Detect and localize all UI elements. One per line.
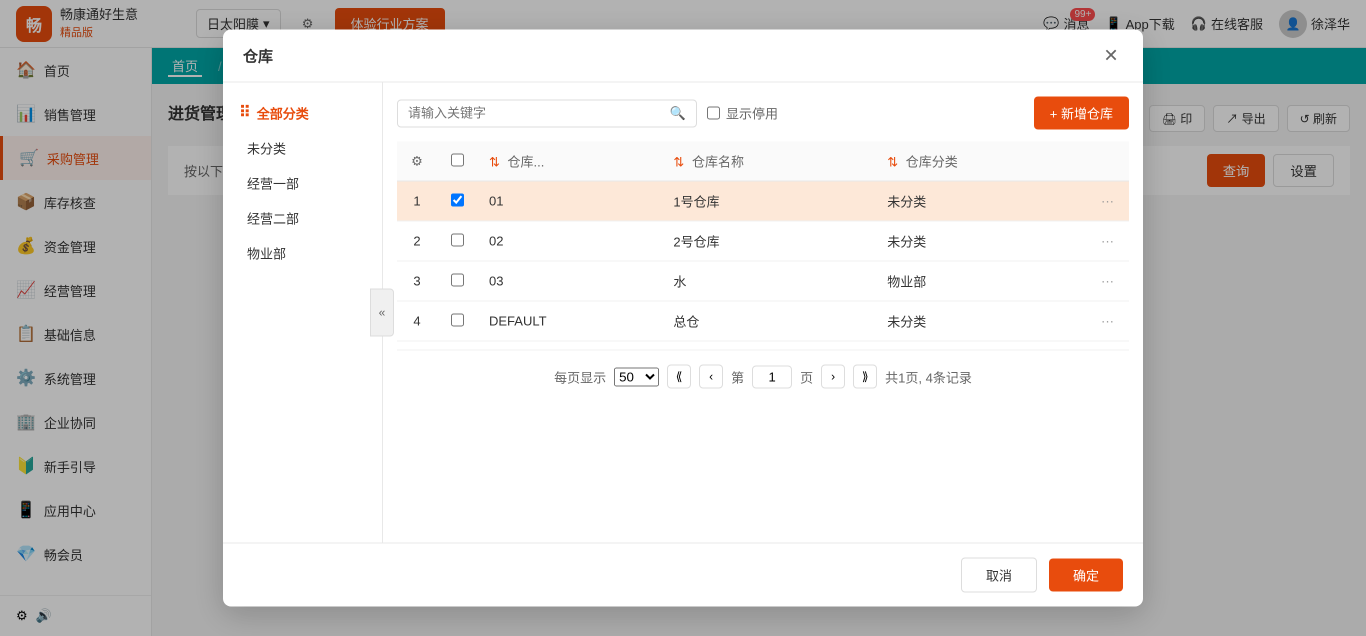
row-code-2: 03 <box>477 261 661 301</box>
row-category-1: 未分类 <box>875 221 1089 261</box>
dialog-main: 🔍 显示停用 + 新增仓库 ⚙ <box>383 83 1143 543</box>
category-item-1[interactable]: 经营一部 <box>223 166 382 201</box>
dialog-footer: 取消 确定 <box>223 543 1143 607</box>
dialog-title: 仓库 <box>243 45 273 66</box>
confirm-button[interactable]: 确定 <box>1049 559 1123 592</box>
next-page-btn[interactable]: › <box>821 365 845 389</box>
pagination: 每页显示 50 100 200 ⟪ ‹ 第 页 › ⟫ 共1页, 4条记录 <box>397 350 1129 403</box>
page-size-select[interactable]: 50 100 200 <box>614 367 659 386</box>
select-all-checkbox[interactable] <box>451 153 464 166</box>
grid-icon: ⠿ <box>239 103 251 123</box>
cancel-button[interactable]: 取消 <box>961 558 1037 593</box>
category-item-3[interactable]: 物业部 <box>223 236 382 271</box>
collapse-sidebar-button[interactable]: « <box>370 289 394 337</box>
category-sidebar: « ⠿ 全部分类 未分类 经营一部 经营二部 物业部 <box>223 83 383 543</box>
all-categories-item[interactable]: ⠿ 全部分类 <box>223 95 382 131</box>
row-code-1: 02 <box>477 221 661 261</box>
last-page-btn[interactable]: ⟫ <box>853 365 877 389</box>
category-item-0[interactable]: 未分类 <box>223 131 382 166</box>
dialog-toolbar: 🔍 显示停用 + 新增仓库 <box>397 97 1129 130</box>
row-checkbox-0[interactable] <box>437 181 477 221</box>
page-number-input[interactable] <box>752 365 792 388</box>
row-checkbox-1[interactable] <box>437 221 477 261</box>
row-more-0[interactable]: ··· <box>1089 181 1129 221</box>
table-row[interactable]: 3 03 水 物业部 ··· <box>397 261 1129 301</box>
row-category-2: 物业部 <box>875 261 1089 301</box>
row-category-0: 未分类 <box>875 181 1089 221</box>
row-checkbox-2[interactable] <box>437 261 477 301</box>
row-more-1[interactable]: ··· <box>1089 221 1129 261</box>
table-row[interactable]: 1 01 1号仓库 未分类 ··· <box>397 181 1129 221</box>
row-checkbox-3[interactable] <box>437 301 477 341</box>
row-name-3: 总仓 <box>661 301 875 341</box>
sort-icon-code: ⇅ <box>489 155 500 170</box>
row-more-3[interactable]: ··· <box>1089 301 1129 341</box>
show-disabled-checkbox[interactable] <box>707 107 720 120</box>
table-body: 1 01 1号仓库 未分类 ··· 2 02 2号仓库 未分类 ··· 3 03… <box>397 181 1129 341</box>
row-more-2[interactable]: ··· <box>1089 261 1129 301</box>
dialog-close-button[interactable]: ✕ <box>1099 44 1123 68</box>
dialog-body: « ⠿ 全部分类 未分类 经营一部 经营二部 物业部 🔍 显示停用 <box>223 83 1143 543</box>
col-actions <box>1089 142 1129 182</box>
row-name-2: 水 <box>661 261 875 301</box>
first-page-btn[interactable]: ⟪ <box>667 365 691 389</box>
sort-icon-category: ⇅ <box>887 155 898 170</box>
row-name-1: 2号仓库 <box>661 221 875 261</box>
row-num-2: 3 <box>397 261 437 301</box>
row-category-3: 未分类 <box>875 301 1089 341</box>
warehouse-dialog: 仓库 ✕ « ⠿ 全部分类 未分类 经营一部 经营二部 物业部 🔍 <box>223 30 1143 607</box>
row-num-0: 1 <box>397 181 437 221</box>
table-row[interactable]: 2 02 2号仓库 未分类 ··· <box>397 221 1129 261</box>
col-name[interactable]: ⇅ 仓库名称 <box>661 142 875 182</box>
row-code-3: DEFAULT <box>477 301 661 341</box>
row-name-0: 1号仓库 <box>661 181 875 221</box>
col-category[interactable]: ⇅ 仓库分类 <box>875 142 1089 182</box>
show-disabled-label: 显示停用 <box>707 104 778 123</box>
row-code-0: 01 <box>477 181 661 221</box>
add-warehouse-button[interactable]: + 新增仓库 <box>1034 97 1129 130</box>
category-item-2[interactable]: 经营二部 <box>223 201 382 236</box>
col-code[interactable]: ⇅ 仓库... <box>477 142 661 182</box>
search-input[interactable] <box>408 106 664 121</box>
dialog-header: 仓库 ✕ <box>223 30 1143 83</box>
table-row[interactable]: 4 DEFAULT 总仓 未分类 ··· <box>397 301 1129 341</box>
col-checkbox <box>437 142 477 182</box>
search-box: 🔍 <box>397 99 697 127</box>
prev-page-btn[interactable]: ‹ <box>699 365 723 389</box>
sort-icon-name: ⇅ <box>673 155 684 170</box>
search-icon[interactable]: 🔍 <box>670 105 686 121</box>
row-num-1: 2 <box>397 221 437 261</box>
row-num-3: 4 <box>397 301 437 341</box>
table-header-row: ⚙ ⇅ 仓库... ⇅ 仓库名称 <box>397 142 1129 182</box>
col-settings: ⚙ <box>397 142 437 182</box>
warehouse-table: ⚙ ⇅ 仓库... ⇅ 仓库名称 <box>397 142 1129 342</box>
